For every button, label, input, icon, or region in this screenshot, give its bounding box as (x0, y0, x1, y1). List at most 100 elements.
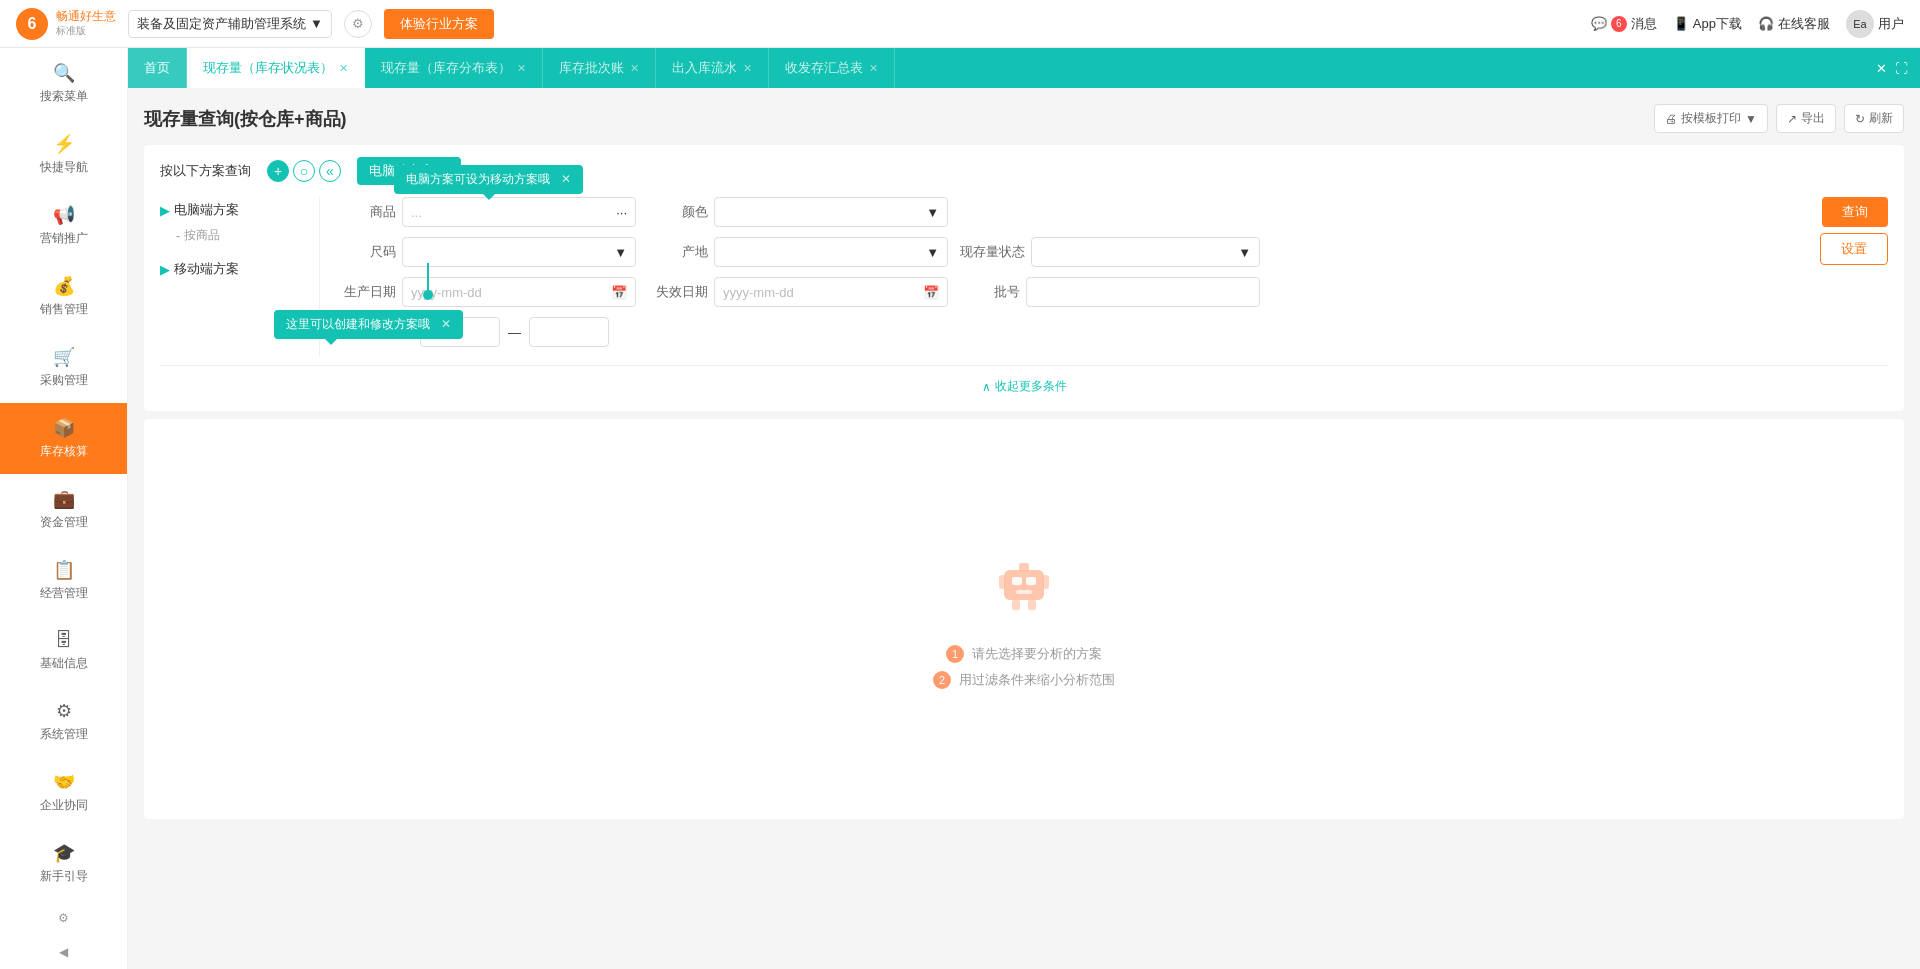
collapse-icon: ◀ (59, 945, 68, 959)
ellipsis-icon: ··· (616, 205, 627, 220)
scheme-sub-item: - 按商品 (176, 223, 311, 248)
sidebar-item-label: 经营管理 (40, 585, 88, 602)
desktop-scheme-label: 电脑端方案 (174, 201, 239, 219)
sidebar-item-marketing[interactable]: 📢 营销推广 (0, 190, 127, 261)
tab-inventory-status[interactable]: 现存量（库存状况表） ✕ (187, 48, 365, 88)
close-icon[interactable]: ✕ (869, 62, 878, 75)
qty-max-input[interactable] (529, 317, 609, 347)
connector-line (427, 263, 429, 293)
refresh-button[interactable]: ↻ 刷新 (1844, 104, 1904, 133)
sidebar-item-newbie[interactable]: 🎓 新手引导 (0, 828, 127, 899)
tab-home[interactable]: 首页 (128, 48, 187, 88)
settings-icon[interactable]: ⚙ (344, 10, 372, 38)
mfg-date-label: 生产日期 (336, 283, 396, 301)
logo-icon: 6 (16, 8, 48, 40)
message-label: 消息 (1631, 15, 1657, 33)
edit-scheme-button[interactable]: ○ (293, 160, 315, 182)
sidebar-settings-button[interactable]: ⚙ (0, 901, 127, 935)
sidebar-item-label: 基础信息 (40, 655, 88, 672)
sidebar-item-label: 销售管理 (40, 301, 88, 318)
tooltip-close-1[interactable]: ✕ (561, 172, 571, 186)
online-support-button[interactable]: 🎧 在线客服 (1758, 15, 1830, 33)
sidebar-item-inventory[interactable]: 📦 库存核算 (0, 403, 127, 474)
logo-sub: 标准版 (56, 24, 116, 38)
sidebar-item-label: 企业协同 (40, 797, 88, 814)
exp-date-input[interactable]: yyyy-mm-dd 📅 (714, 277, 948, 307)
message-badge: 6 (1611, 16, 1627, 32)
export-button[interactable]: ↗ 导出 (1776, 104, 1836, 133)
search-actions: 查询 设置 (1820, 197, 1888, 357)
sidebar-item-label: 搜索菜单 (40, 88, 88, 105)
product-select[interactable]: ... ··· (402, 197, 636, 227)
chevron-down-icon: ▼ (614, 245, 627, 260)
mfg-date-input[interactable]: yyyy-mm-dd 📅 (402, 277, 636, 307)
print-button[interactable]: 🖨 按模板打印 ▼ (1654, 104, 1768, 133)
sidebar-item-label: 资金管理 (40, 514, 88, 531)
content-area: 首页 现存量（库存状况表） ✕ 现存量（库存分布表） ✕ 库存批次账 ✕ 出入库… (128, 48, 1920, 969)
empty-step-1: 1 请先选择要分析的方案 (946, 645, 1102, 663)
dash-icon: - (176, 229, 180, 243)
svg-rect-6 (1043, 575, 1049, 589)
tab-batch[interactable]: 库存批次账 ✕ (543, 48, 656, 88)
stock-status-select[interactable]: ▼ (1031, 237, 1260, 267)
operations-icon: 📋 (53, 559, 75, 581)
batch-input[interactable] (1026, 277, 1260, 307)
filter-row-2: 尺码 ▼ 产地 ▼ (336, 237, 1804, 267)
origin-select[interactable]: ▼ (714, 237, 948, 267)
avatar: Ea (1846, 10, 1874, 38)
close-icon[interactable]: ✕ (517, 62, 526, 75)
exp-date-label: 失效日期 (648, 283, 708, 301)
sidebar-item-label: 库存核算 (40, 443, 88, 460)
sidebar-item-operations[interactable]: 📋 经营管理 (0, 545, 127, 616)
dash-separator: — (508, 325, 521, 340)
user-menu[interactable]: Ea 用户 (1846, 10, 1904, 38)
size-label: 尺码 (336, 243, 396, 261)
add-scheme-button[interactable]: + (267, 160, 289, 182)
sidebar-item-purchase[interactable]: 🛒 采购管理 (0, 332, 127, 403)
close-icon[interactable]: ✕ (743, 62, 752, 75)
close-icon[interactable]: ✕ (630, 62, 639, 75)
back-button[interactable]: « (319, 160, 341, 182)
close-all-icon[interactable]: ✕ (1876, 61, 1887, 76)
reset-button[interactable]: 设置 (1820, 233, 1888, 265)
filter-label: 按以下方案查询 (160, 162, 251, 180)
tab-collect[interactable]: 收发存汇总表 ✕ (769, 48, 895, 88)
purchase-icon: 🛒 (53, 346, 75, 368)
sidebar-item-basic-info[interactable]: 🗄 基础信息 (0, 616, 127, 686)
svg-rect-2 (1026, 577, 1036, 585)
calendar-icon: 📅 (923, 285, 939, 300)
sidebar-item-search-menu[interactable]: 🔍 搜索菜单 (0, 48, 127, 119)
svg-rect-1 (1012, 577, 1022, 585)
message-button[interactable]: 💬 6 消息 (1591, 15, 1657, 33)
tooltip-close-2[interactable]: ✕ (441, 317, 451, 331)
scheme-tree-item-mobile[interactable]: ▶ 移动端方案 (160, 256, 311, 282)
sidebar-item-enterprise[interactable]: 🤝 企业协同 (0, 757, 127, 828)
sidebar-item-sales[interactable]: 💰 销售管理 (0, 261, 127, 332)
tab-inout[interactable]: 出入库流水 ✕ (656, 48, 769, 88)
sidebar-collapse-button[interactable]: ◀ (0, 935, 127, 969)
color-select[interactable]: ▼ (714, 197, 948, 227)
size-select[interactable]: ▼ (402, 237, 636, 267)
sidebar: 🔍 搜索菜单 ⚡ 快捷导航 📢 营销推广 💰 销售管理 🛒 采购管理 📦 (0, 48, 128, 969)
empty-step-2: 2 用过滤条件来缩小分析范围 (933, 671, 1115, 689)
sidebar-item-quick-nav[interactable]: ⚡ 快捷导航 (0, 119, 127, 190)
sidebar-item-finance[interactable]: 💼 资金管理 (0, 474, 127, 545)
batch-label: 批号 (960, 283, 1020, 301)
tab-inventory-dist[interactable]: 现存量（库存分布表） ✕ (365, 48, 543, 88)
collapse-button[interactable]: ∧ 收起更多条件 (978, 374, 1071, 399)
sidebar-item-system[interactable]: ⚙ 系统管理 (0, 686, 127, 757)
svg-rect-7 (1012, 600, 1020, 610)
filter-fields: 商品 ... ··· 颜色 (320, 197, 1804, 357)
top-bar-right: 💬 6 消息 📱 App下载 🎧 在线客服 Ea 用户 (1591, 10, 1904, 38)
chevron-down-icon: ▼ (1745, 112, 1757, 126)
trial-button[interactable]: 体验行业方案 (384, 9, 494, 39)
scheme-tree-item-desktop[interactable]: ▶ 电脑端方案 (160, 197, 311, 223)
search-button[interactable]: 查询 (1822, 197, 1888, 227)
page-actions: 🖨 按模板打印 ▼ ↗ 导出 ↻ 刷新 (1654, 104, 1904, 133)
app-download-button[interactable]: 📱 App下载 (1673, 15, 1742, 33)
arrow-icon-mobile: ▶ (160, 262, 170, 277)
system-selector[interactable]: 装备及固定资产辅助管理系统 ▼ (128, 10, 332, 38)
expand-icon[interactable]: ⛶ (1895, 61, 1908, 76)
message-icon: 💬 (1591, 16, 1607, 31)
close-icon[interactable]: ✕ (339, 62, 348, 75)
